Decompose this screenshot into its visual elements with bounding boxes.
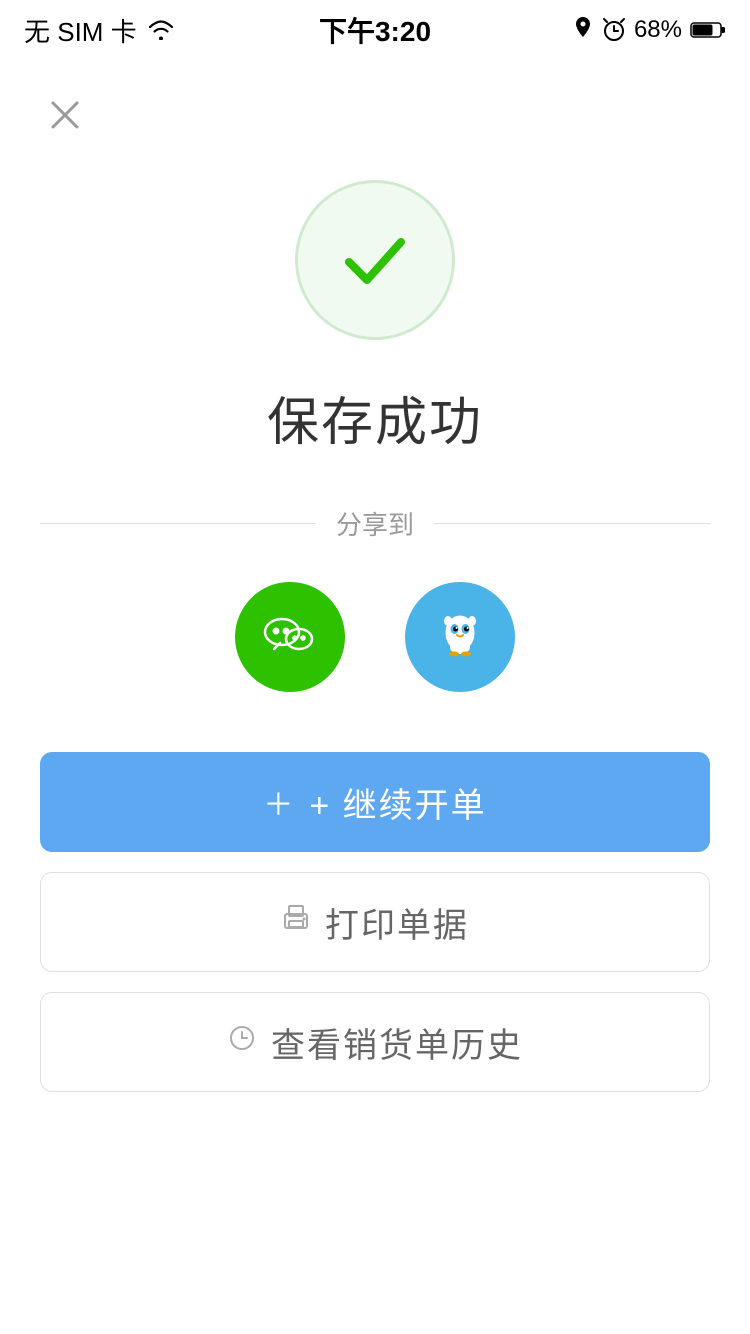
printer-icon <box>281 903 311 941</box>
status-bar: 无 SIM 卡 下午3:20 68% <box>0 0 750 60</box>
history-button[interactable]: 查看销货单历史 <box>40 992 710 1092</box>
divider-line-right <box>434 523 710 524</box>
status-time: 下午3:20 <box>319 10 431 50</box>
wechat-share-button[interactable] <box>235 582 345 692</box>
print-button[interactable]: 打印单据 <box>40 872 710 972</box>
continue-button[interactable]: ＋ + 继续开单 <box>40 752 710 852</box>
location-icon <box>572 17 594 43</box>
plus-icon: ＋ <box>263 780 295 824</box>
status-right: 68% <box>572 16 726 44</box>
battery-text: 68% <box>634 16 682 44</box>
share-icons-row <box>235 582 515 692</box>
success-title: 保存成功 <box>267 380 483 455</box>
history-label: 查看销货单历史 <box>271 1018 523 1067</box>
wifi-icon <box>147 20 175 40</box>
share-divider: 分享到 <box>40 505 710 542</box>
alarm-icon <box>602 17 626 43</box>
divider-line-left <box>40 523 316 524</box>
main-content: 保存成功 分享到 <box>0 160 750 1334</box>
qq-icon <box>428 605 493 670</box>
share-label: 分享到 <box>336 505 414 542</box>
continue-label: + 继续开单 <box>309 778 486 827</box>
battery-icon <box>690 21 726 39</box>
success-icon-circle <box>295 180 455 340</box>
checkmark-icon <box>335 220 415 300</box>
clock-icon <box>227 1023 257 1061</box>
no-sim-text: 无 SIM 卡 <box>24 12 137 49</box>
qq-share-button[interactable] <box>405 582 515 692</box>
print-label: 打印单据 <box>325 898 469 947</box>
close-area <box>0 60 750 160</box>
wechat-icon <box>258 605 323 670</box>
close-button[interactable] <box>40 90 90 140</box>
action-buttons: ＋ + 继续开单 打印单据 查看销货单历史 <box>40 752 710 1092</box>
status-left: 无 SIM 卡 <box>24 12 175 49</box>
